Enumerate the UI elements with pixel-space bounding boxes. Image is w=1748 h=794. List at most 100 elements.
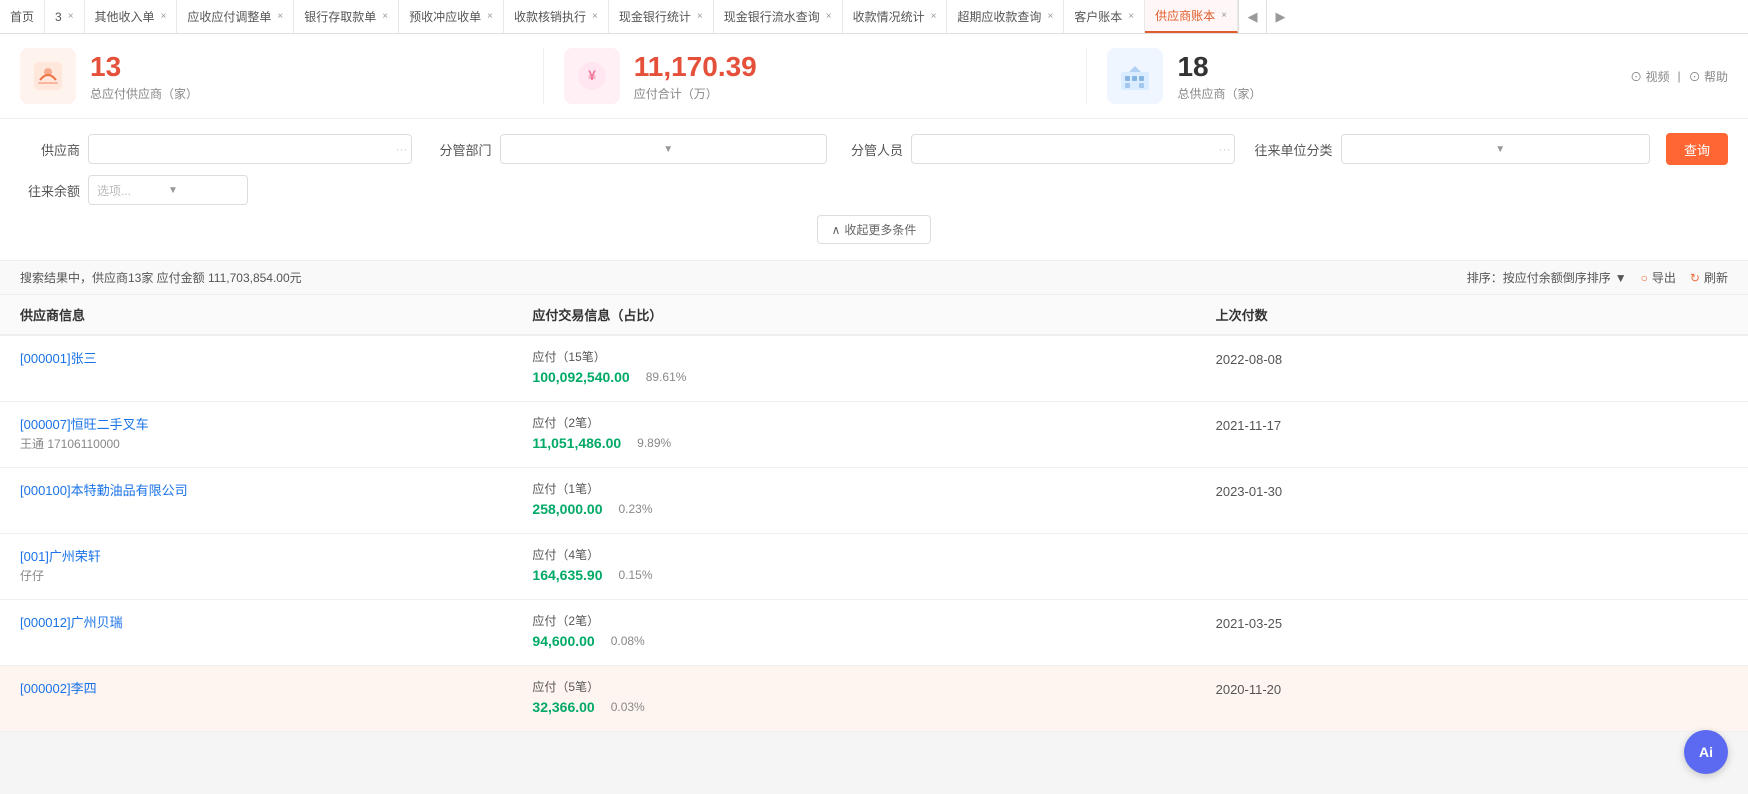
table-row: [000002]李四 应付（5笔） 32,366.00 0.03% 2020-1… — [0, 666, 1748, 732]
close-icon[interactable]: × — [382, 11, 388, 22]
result-bar: 搜索结果中，供应商13家 应付金额 111,703,854.00元 排序：按应付… — [0, 261, 1748, 295]
transaction-info-1: 应付（2笔） 11,051,486.00 9.89% — [532, 414, 1215, 455]
person-input[interactable] — [911, 134, 1235, 164]
svg-text:¥: ¥ — [588, 67, 596, 83]
close-icon[interactable]: × — [697, 11, 703, 22]
supplier-link-1[interactable]: [000007]恒旺二手叉车 — [20, 417, 149, 432]
person-field: 分管人员 ··· — [843, 134, 1239, 164]
dept-select[interactable]: ▼ — [500, 134, 828, 164]
nav-tab-collection[interactable]: 收款核销执行 × — [504, 0, 609, 33]
supplier-link-2[interactable]: [000100]本特勤油品有限公司 — [20, 483, 188, 498]
supplier-info-5: [000002]李四 — [20, 678, 532, 697]
sort-select[interactable]: 排序：按应付余额倒序排序 ▼ — [1467, 269, 1627, 286]
trans-percent-2: 0.23% — [618, 502, 652, 516]
chevron-down-icon: ▼ — [168, 185, 239, 196]
nav-tab-cash-stats[interactable]: 现金银行统计 × — [609, 0, 714, 33]
supplier-info-0: [000001]张三 — [20, 348, 532, 367]
supplier-link-5[interactable]: [000002]李四 — [20, 681, 97, 696]
payable-amount-text: 11,170.39 应付合计（万） — [634, 50, 757, 103]
nav-next-arrow[interactable]: ▶ — [1266, 0, 1294, 33]
refresh-button[interactable]: ↻ 刷新 — [1690, 269, 1728, 286]
trans-amount-0[interactable]: 100,092,540.00 — [532, 369, 629, 385]
nav-tab-overdue[interactable]: 超期应收款查询 × — [947, 0, 1064, 33]
trans-amount-row-4: 94,600.00 0.08% — [532, 633, 1215, 649]
close-icon[interactable]: × — [487, 11, 493, 22]
data-table: 供应商信息 应付交易信息（占比） 上次付数 [000001]张三 应付（15笔）… — [0, 295, 1748, 732]
payable-suppliers-text: 13 总应付供应商（家） — [90, 50, 198, 103]
close-icon[interactable]: × — [826, 11, 832, 22]
transaction-info-2: 应付（1笔） 258,000.00 0.23% — [532, 480, 1215, 521]
trans-label-0: 应付（15笔） — [532, 348, 605, 365]
total-suppliers-text: 18 总供应商（家） — [1177, 50, 1261, 103]
video-link[interactable]: ⊙ 视频 — [1630, 68, 1669, 85]
supplier-info-1: [000007]恒旺二手叉车 王通 17106110000 — [20, 414, 532, 452]
nav-tab-adjustment[interactable]: 应收应付调整单 × — [177, 0, 294, 33]
form-row-2: 往来余额 选项... ▼ — [20, 175, 1728, 205]
right-actions: 排序：按应付余额倒序排序 ▼ ○ 导出 ↻ 刷新 — [1467, 269, 1728, 286]
trans-amount-1[interactable]: 11,051,486.00 — [532, 435, 621, 451]
payable-amount-label: 应付合计（万） — [634, 85, 757, 102]
close-icon[interactable]: × — [1047, 11, 1053, 22]
supplier-link-3[interactable]: [001]广州荣轩 — [20, 549, 101, 564]
payable-amount-icon: ¥ — [564, 48, 620, 104]
trans-amount-2[interactable]: 258,000.00 — [532, 501, 602, 517]
nav-tab-overdue-label: 超期应收款查询 — [957, 8, 1041, 25]
collapse-label: 收起更多条件 — [844, 221, 916, 238]
supplier-info-4: [000012]广州贝瑞 — [20, 612, 532, 631]
nav-tab-other-income[interactable]: 其他收入单 × — [85, 0, 178, 33]
nav-tab-home[interactable]: 首页 — [0, 0, 45, 33]
supplier-label: 供应商 — [20, 140, 80, 159]
nav-tab-prepay-label: 预收冲应收单 — [409, 8, 481, 25]
trans-label-1: 应付（2笔） — [532, 414, 599, 431]
nav-tab-collection-stats[interactable]: 收款情况统计 × — [843, 0, 948, 33]
query-button[interactable]: 查询 — [1666, 133, 1728, 165]
total-suppliers-stat: 18 总供应商（家） — [1087, 48, 1630, 104]
last-pay-3 — [1216, 546, 1728, 550]
supplier-link-0[interactable]: [000001]张三 — [20, 351, 97, 366]
transaction-info-3: 应付（4笔） 164,635.90 0.15% — [532, 546, 1215, 587]
trans-amount-4[interactable]: 94,600.00 — [532, 633, 594, 649]
sort-label: 排序：按应付余额倒序排序 — [1467, 269, 1611, 286]
close-icon[interactable]: × — [277, 11, 283, 22]
category-select[interactable]: ▼ — [1341, 134, 1650, 164]
header-lastpay: 上次付数 — [1216, 305, 1728, 324]
nav-tab-prepay[interactable]: 预收冲应收单 × — [399, 0, 504, 33]
table-row: [000007]恒旺二手叉车 王通 17106110000 应付（2笔） 11,… — [0, 402, 1748, 468]
supplier-link-4[interactable]: [000012]广州贝瑞 — [20, 615, 123, 630]
help-link[interactable]: ⊙ 帮助 — [1689, 68, 1728, 85]
close-icon[interactable]: × — [592, 11, 598, 22]
trans-percent-3: 0.15% — [618, 568, 652, 582]
close-icon[interactable]: × — [161, 11, 167, 22]
table-header: 供应商信息 应付交易信息（占比） 上次付数 — [0, 295, 1748, 336]
nav-tab-cash-flow[interactable]: 现金银行流水查询 × — [714, 0, 843, 33]
supplier-input[interactable] — [88, 134, 412, 164]
nav-tab-supplier-ledger[interactable]: 供应商账本 × — [1145, 0, 1238, 33]
nav-prev-arrow[interactable]: ◀ — [1238, 0, 1266, 33]
close-icon[interactable]: × — [68, 11, 74, 22]
trans-amount-5[interactable]: 32,366.00 — [532, 699, 594, 715]
transaction-info-4: 应付（2笔） 94,600.00 0.08% — [532, 612, 1215, 653]
trans-percent-0: 89.61% — [646, 370, 687, 384]
nav-tab-bank[interactable]: 银行存取款单 × — [294, 0, 399, 33]
nav-tab-3[interactable]: 3 × — [45, 0, 85, 33]
table-row: [000100]本特勤油品有限公司 应付（1笔） 258,000.00 0.23… — [0, 468, 1748, 534]
close-icon[interactable]: × — [931, 11, 937, 22]
balance-select[interactable]: 选项... ▼ — [88, 175, 248, 205]
ai-button[interactable]: Ai — [1684, 730, 1728, 774]
dept-label: 分管部门 — [432, 140, 492, 159]
nav-tab-customer-ledger-label: 客户账本 — [1074, 8, 1122, 25]
close-icon[interactable]: × — [1128, 11, 1134, 22]
trans-amount-3[interactable]: 164,635.90 — [532, 567, 602, 583]
close-icon[interactable]: × — [1221, 10, 1227, 21]
nav-tab-customer-ledger[interactable]: 客户账本 × — [1064, 0, 1145, 33]
collapse-button[interactable]: ∧ 收起更多条件 — [817, 215, 932, 244]
nav-tab-cash-stats-label: 现金银行统计 — [619, 8, 691, 25]
nav-tab-supplier-ledger-label: 供应商账本 — [1155, 7, 1215, 24]
search-form: 供应商 ··· 分管部门 ▼ 分管人员 ··· 往来单位分类 ▼ 查询 往来 — [0, 119, 1748, 261]
nav-tab-other-income-label: 其他收入单 — [95, 8, 155, 25]
last-pay-2: 2023-01-30 — [1216, 480, 1728, 499]
collapse-up-icon: ∧ — [832, 223, 841, 237]
nav-tab-bank-label: 银行存取款单 — [304, 8, 376, 25]
sort-chevron-icon: ▼ — [1615, 271, 1627, 285]
export-button[interactable]: ○ 导出 — [1641, 269, 1676, 286]
